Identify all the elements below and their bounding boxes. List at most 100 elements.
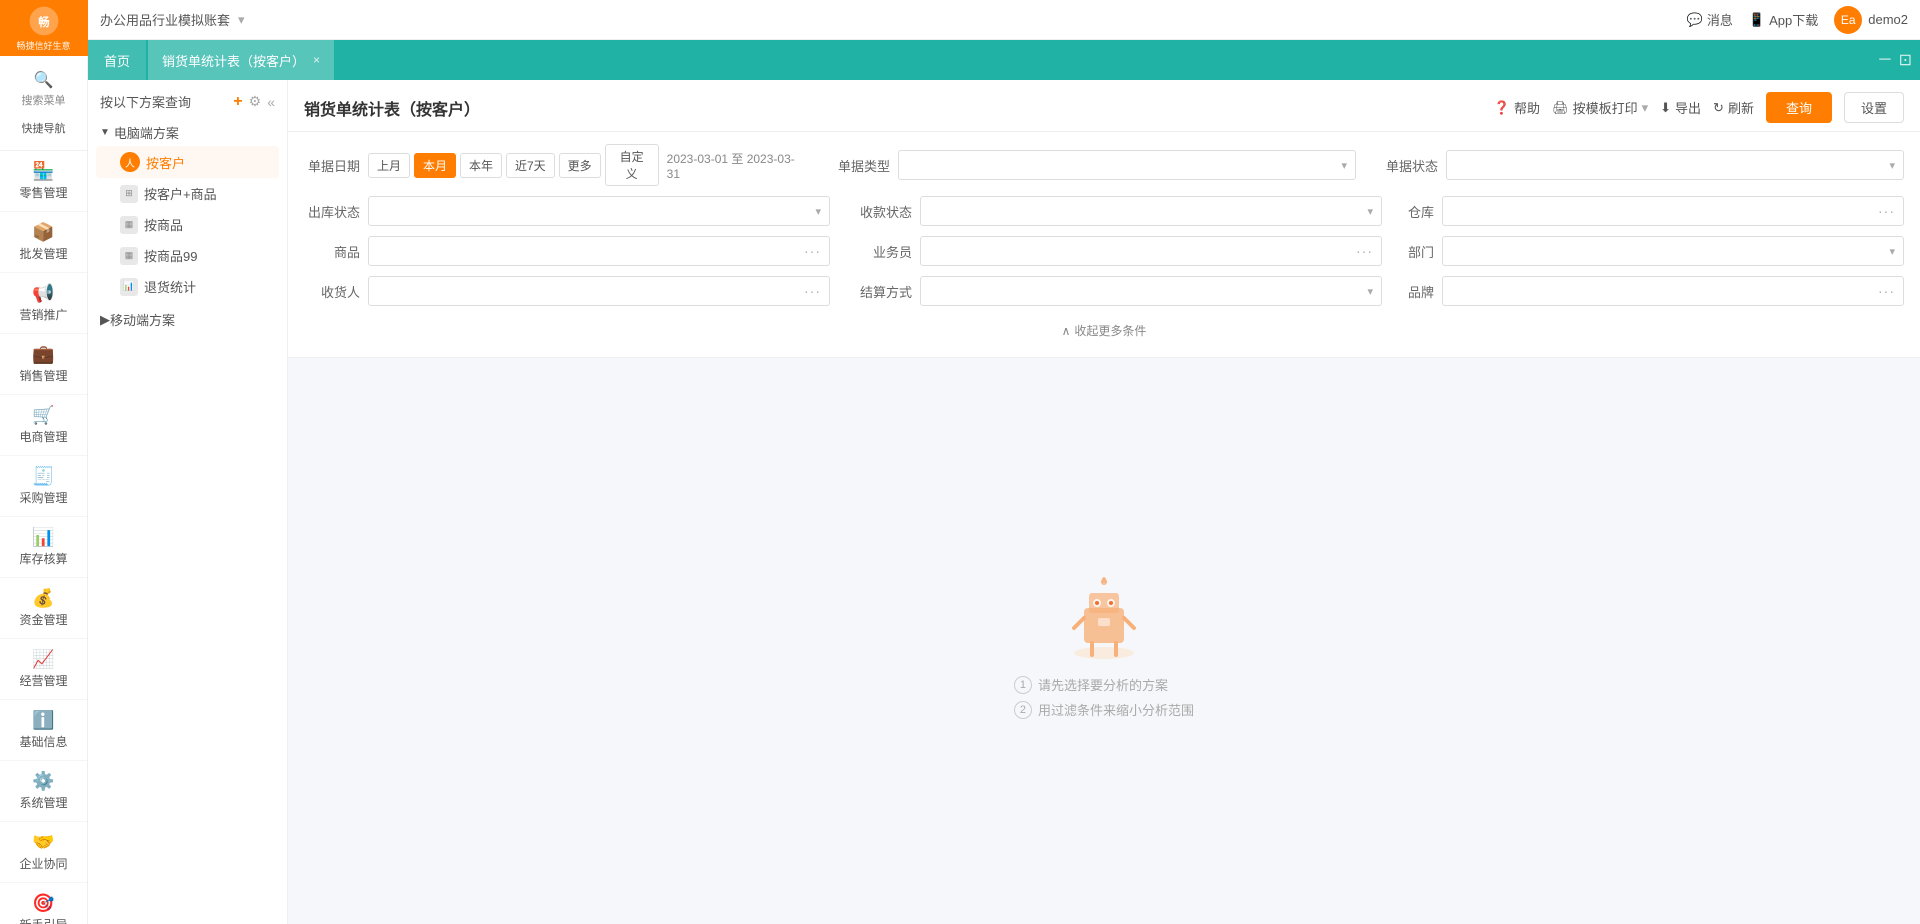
scheme-item-by-product[interactable]: ▦ 按商品	[96, 209, 279, 240]
user-profile-button[interactable]: Ea demo2	[1834, 6, 1908, 34]
order-status-select[interactable]: ▾	[1446, 150, 1904, 180]
refresh-button[interactable]: ↻ 刷新	[1713, 98, 1754, 117]
shortcut-nav-button[interactable]: 快捷导航	[22, 114, 66, 142]
refresh-label: 刷新	[1728, 98, 1754, 117]
date-last-7-btn[interactable]: 近7天	[506, 153, 555, 178]
sidebar-item-enterprise-label: 企业协同	[19, 855, 67, 872]
tab-home[interactable]: 首页	[88, 40, 146, 80]
scheme-by-customer-label: 按客户	[146, 153, 185, 172]
scheme-item-return-stats[interactable]: 📊 退货统计	[96, 271, 279, 302]
receiver-select[interactable]: ···	[368, 276, 830, 306]
empty-illustration	[1054, 563, 1154, 663]
print-button[interactable]: 🖨 按模板打印 ▾	[1552, 98, 1648, 117]
receipt-status-dropdown-icon: ▾	[1367, 205, 1373, 218]
filter-row-2: 出库状态 ▾ 收款状态 ▾ 仓库 ···	[304, 196, 1904, 226]
date-this-year-btn[interactable]: 本年	[460, 153, 502, 178]
out-status-label: 出库状态	[304, 202, 368, 221]
tab-sales-stats-label: 销货单统计表（按客户）	[162, 51, 305, 70]
sidebar-item-purchase[interactable]: 🧾 采购管理	[0, 456, 87, 517]
left-panel-title: 按以下方案查询	[100, 92, 191, 111]
receipt-status-label: 收款状态	[830, 202, 920, 221]
out-status-select[interactable]: ▾	[368, 196, 830, 226]
help-label: 帮助	[1514, 98, 1540, 117]
tab-sales-stats[interactable]: 销货单统计表（按客户） ×	[148, 40, 334, 80]
enterprise-icon: 🤝	[32, 832, 54, 853]
collapse-panel-button[interactable]: «	[267, 94, 275, 110]
sidebar-item-system[interactable]: ⚙️ 系统管理	[0, 761, 87, 822]
industry-dropdown-icon[interactable]: ▾	[238, 12, 245, 28]
salesperson-select[interactable]: ···	[920, 236, 1382, 266]
filter-row-4: 收货人 ··· 结算方式 ▾ 品牌 ···	[304, 276, 1904, 306]
empty-tip-2: 2 用过滤条件来缩小分析范围	[1014, 700, 1194, 719]
collapse-more-button[interactable]: ∧ 收起更多条件	[304, 316, 1904, 345]
right-panel: 销货单统计表（按客户） ❓ 帮助 🖨 按模板打印 ▾ ⬇ 导出	[288, 80, 1920, 924]
tab-bar-actions: ─ ⊡	[1879, 50, 1920, 70]
sidebar-item-operation-label: 经营管理	[19, 672, 67, 689]
sidebar-item-finance[interactable]: 💰 资金管理	[0, 578, 87, 639]
order-type-select[interactable]: ▾	[898, 150, 1356, 180]
message-button[interactable]: 💬 消息	[1687, 10, 1733, 29]
search-menu-button[interactable]: 🔍 搜索菜单	[22, 64, 66, 114]
date-last-month-btn[interactable]: 上月	[368, 153, 410, 178]
sidebar-item-operation[interactable]: 📈 经营管理	[0, 639, 87, 700]
mobile-group-header[interactable]: ▶ 移动端方案	[96, 306, 279, 333]
scheme-item-by-product99[interactable]: ▦ 按商品99	[96, 240, 279, 271]
page-title: 销货单统计表（按客户）	[304, 96, 480, 120]
sidebar-item-wholesale[interactable]: 📦 批发管理	[0, 212, 87, 273]
sidebar-item-ecommerce[interactable]: 🛒 电商管理	[0, 395, 87, 456]
settings-button[interactable]: 设置	[1844, 92, 1904, 123]
desktop-group-header[interactable]: ▼ 电脑端方案	[96, 119, 279, 146]
search-menu-label: 搜索菜单	[22, 92, 66, 108]
top-header: 办公用品行业模拟账套 ▾ 💬 消息 📱 App下载 Ea demo2	[88, 0, 1920, 40]
warehouse-select[interactable]: ···	[1442, 196, 1904, 226]
scheme-item-by-customer[interactable]: 人 按客户	[96, 146, 279, 178]
order-type-label: 单据类型	[808, 156, 898, 175]
desktop-scheme-group: ▼ 电脑端方案 人 按客户 ⊞ 按客户+商品	[88, 119, 287, 302]
page-actions: ❓ 帮助 🖨 按模板打印 ▾ ⬇ 导出 ↻ 刷新	[1494, 92, 1904, 123]
tab-restore-button[interactable]: ⊡	[1899, 50, 1912, 70]
date-this-month-btn[interactable]: 本月	[414, 153, 456, 178]
date-custom-btn[interactable]: 自定义	[605, 144, 659, 186]
settings-scheme-button[interactable]: ⚙	[249, 93, 262, 110]
sidebar-item-sales[interactable]: 💼 销售管理	[0, 334, 87, 395]
help-button[interactable]: ❓ 帮助	[1494, 98, 1540, 117]
export-button[interactable]: ⬇ 导出	[1660, 98, 1701, 117]
order-status-dropdown-icon: ▾	[1889, 159, 1895, 172]
sidebar-item-enterprise[interactable]: 🤝 企业协同	[0, 822, 87, 883]
sidebar-item-retail[interactable]: 🏪 零售管理	[0, 151, 87, 212]
empty-tips: 1 请先选择要分析的方案 2 用过滤条件来缩小分析范围	[1014, 675, 1194, 719]
payment-method-select[interactable]: ▾	[920, 276, 1382, 306]
app-download-button[interactable]: 📱 App下载	[1749, 10, 1818, 29]
ecommerce-icon: 🛒	[32, 405, 54, 426]
sidebar-logo[interactable]: 畅 畅捷信好生意	[0, 0, 88, 56]
department-select[interactable]: ▾	[1442, 236, 1904, 266]
tab-minimize-button[interactable]: ─	[1879, 51, 1890, 69]
sidebar: 畅 畅捷信好生意 🔍 搜索菜单 快捷导航 🏪 零售管理 📦 批发管理 📢 营销推…	[0, 0, 88, 924]
tab-bar: 首页 销货单统计表（按客户） × ─ ⊡	[88, 40, 1920, 80]
product-select[interactable]: ···	[368, 236, 830, 266]
content-area: 按以下方案查询 + ⚙ « ▼ 电脑端方案 人 按客户	[88, 80, 1920, 924]
sidebar-item-ecommerce-label: 电商管理	[19, 428, 67, 445]
add-scheme-button[interactable]: +	[233, 93, 242, 111]
brand-select[interactable]: ···	[1442, 276, 1904, 306]
refresh-icon: ↻	[1713, 100, 1724, 116]
print-label: 按模板打印	[1573, 98, 1638, 117]
scheme-by-product99-label: 按商品99	[144, 246, 197, 265]
filter-area: 单据日期 上月 本月 本年 近7天 更多 自定义 2023-03-01 至 20…	[288, 132, 1920, 358]
date-more-btn[interactable]: 更多	[559, 153, 601, 178]
marketing-icon: 📢	[32, 283, 54, 304]
sidebar-item-basic[interactable]: ℹ️ 基础信息	[0, 700, 87, 761]
sidebar-item-newbie[interactable]: 🎯 新手引导	[0, 883, 87, 924]
mobile-group-arrow: ▶	[100, 312, 110, 328]
sidebar-item-marketing[interactable]: 📢 营销推广	[0, 273, 87, 334]
receipt-status-select[interactable]: ▾	[920, 196, 1382, 226]
tab-close-icon[interactable]: ×	[313, 53, 320, 67]
desktop-group-arrow: ▼	[100, 127, 110, 138]
page-title-bar: 销货单统计表（按客户） ❓ 帮助 🖨 按模板打印 ▾ ⬇ 导出	[288, 80, 1920, 132]
help-icon: ❓	[1494, 100, 1510, 116]
query-button[interactable]: 查询	[1766, 92, 1832, 123]
warehouse-label: 仓库	[1382, 202, 1442, 221]
scheme-item-by-customer-product[interactable]: ⊞ 按客户+商品	[96, 178, 279, 209]
sidebar-item-inventory[interactable]: 📊 库存核算	[0, 517, 87, 578]
scheme-return-stats-label: 退货统计	[144, 277, 196, 296]
